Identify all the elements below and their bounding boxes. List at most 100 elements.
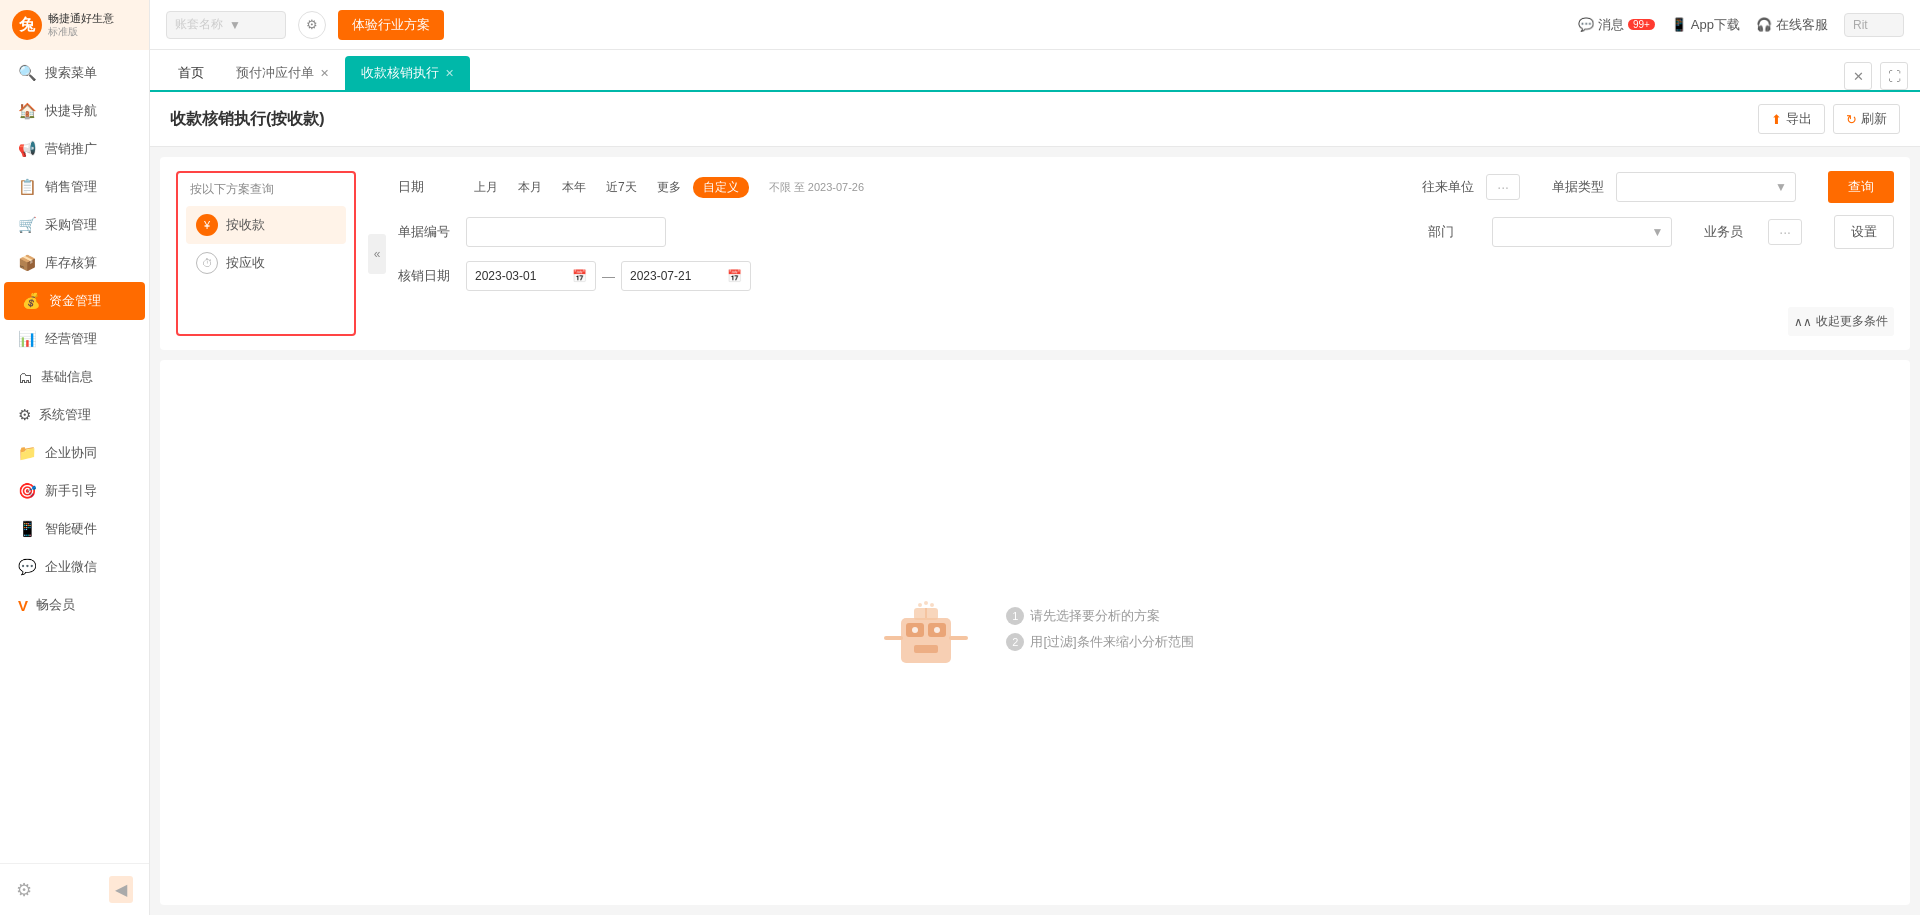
filter-option-by-receivable[interactable]: ⏱ 按应收 (186, 244, 346, 282)
sidebar-item-sales[interactable]: 📋 销售管理 (0, 168, 149, 206)
doc-no-input[interactable] (466, 217, 666, 247)
sidebar-item-wechat[interactable]: 💬 企业微信 (0, 548, 149, 586)
counterparty-select-btn[interactable]: ··· (1486, 174, 1520, 200)
page-title: 收款核销执行(按收款) (170, 109, 325, 130)
query-button[interactable]: 查询 (1828, 171, 1894, 203)
marketing-icon: 📢 (18, 140, 37, 158)
page-header: 收款核销执行(按收款) ⬆ 导出 ↻ 刷新 (150, 92, 1920, 147)
settings-icon[interactable]: ⚙ (16, 879, 32, 901)
department-dropdown-icon: ▼ (1651, 225, 1663, 239)
close-window-btn[interactable]: ✕ (1844, 62, 1872, 90)
empty-robot-svg (876, 583, 976, 683)
sidebar-item-marketing[interactable]: 📢 营销推广 (0, 130, 149, 168)
export-icon: ⬆ (1771, 112, 1782, 127)
sidebar-item-hardware[interactable]: 📱 智能硬件 (0, 510, 149, 548)
date-shortcut-this-month[interactable]: 本月 (510, 177, 550, 198)
doc-type-dropdown-icon: ▼ (1775, 180, 1787, 194)
enterprise-icon: 📁 (18, 444, 37, 462)
sidebar-item-quick-nav[interactable]: 🏠 快捷导航 (0, 92, 149, 130)
svg-point-11 (924, 601, 928, 605)
tabbar-right: ✕ ⛶ (1844, 62, 1908, 90)
sidebar-item-enterprise[interactable]: 📁 企业协同 (0, 434, 149, 472)
account-selector[interactable]: 账套名称 ▼ (166, 11, 286, 39)
date-shortcut-custom[interactable]: 自定义 (693, 177, 749, 198)
app-download-btn[interactable]: 📱 App下载 (1671, 16, 1740, 34)
step-1-num: 1 (1006, 607, 1024, 625)
collapse-sidebar-btn[interactable]: ◀ (109, 876, 133, 903)
department-group: 部门 ▼ (1428, 217, 1672, 247)
close-collection-tab-btn[interactable]: ✕ (445, 67, 454, 80)
user-name: Rit (1853, 18, 1868, 32)
hardware-icon: 📱 (18, 520, 37, 538)
step-2-num: 2 (1006, 633, 1024, 651)
calendar-from-icon[interactable]: 📅 (572, 269, 587, 283)
user-profile[interactable]: Rit (1844, 13, 1904, 37)
date-shortcut-more[interactable]: 更多 (649, 177, 689, 198)
writeoff-date-group: 2023-03-01 📅 — 2023-07-21 📅 (466, 261, 751, 291)
message-btn[interactable]: 💬 消息 99+ (1578, 16, 1655, 34)
by-receivable-icon: ⏱ (196, 252, 218, 274)
app-icon: 📱 (1671, 17, 1687, 32)
calendar-to-icon[interactable]: 📅 (727, 269, 742, 283)
doc-type-group: 单据类型 ▼ (1552, 172, 1796, 202)
logo-area: 兔 畅捷通好生意 标准版 (0, 0, 149, 50)
export-button[interactable]: ⬆ 导出 (1758, 104, 1825, 134)
empty-step-2: 2 用[过滤]条件来缩小分析范围 (1006, 633, 1193, 651)
date-shortcuts: 上月 本月 本年 近7天 更多 自定义 (466, 177, 749, 198)
sidebar-item-purchase[interactable]: 🛒 采购管理 (0, 206, 149, 244)
writeoff-date-to[interactable]: 2023-07-21 📅 (621, 261, 751, 291)
close-prepay-tab-btn[interactable]: ✕ (320, 67, 329, 80)
filter-option-by-collection[interactable]: ¥ 按收款 (186, 206, 346, 244)
maximize-window-btn[interactable]: ⛶ (1880, 62, 1908, 90)
svg-rect-3 (914, 645, 938, 653)
date-shortcut-this-year[interactable]: 本年 (554, 177, 594, 198)
sidebar-item-member[interactable]: V 畅会员 (0, 586, 149, 624)
topbar-right: 💬 消息 99+ 📱 App下载 🎧 在线客服 Rit (1578, 13, 1904, 37)
sidebar-footer: ⚙ ◀ (0, 863, 149, 915)
logo-icon: 兔 (12, 10, 42, 40)
settings-button-form[interactable]: 设置 (1834, 215, 1894, 249)
filter-row-1: 日期 上月 本月 本年 近7天 更多 自定义 不限 至 2023-07-26 (398, 171, 1894, 203)
sidebar-item-basic-info[interactable]: 🗂 基础信息 (0, 358, 149, 396)
counterparty-group: 往来单位 ··· (1422, 174, 1520, 200)
filter-scheme-sidebar: 按以下方案查询 ¥ 按收款 ⏱ 按应收 (176, 171, 356, 336)
account-name: 账套名称 (175, 16, 223, 33)
svg-point-5 (934, 627, 940, 633)
settings-button[interactable]: ⚙ (298, 11, 326, 39)
tab-bar: 首页 预付冲应付单 ✕ 收款核销执行 ✕ ✕ ⛶ (150, 50, 1920, 92)
tab-home[interactable]: 首页 (162, 56, 220, 90)
salesperson-select-btn[interactable]: ··· (1768, 219, 1802, 245)
sidebar-item-guide[interactable]: 🎯 新手引导 (0, 472, 149, 510)
settings-btn-right: 设置 (1834, 215, 1894, 249)
refresh-button[interactable]: ↻ 刷新 (1833, 104, 1900, 134)
department-select[interactable]: ▼ (1492, 217, 1672, 247)
sidebar-item-finance[interactable]: 💰 资金管理 (4, 282, 145, 320)
customer-service-btn[interactable]: 🎧 在线客服 (1756, 16, 1828, 34)
doc-no-label: 单据编号 (398, 223, 454, 241)
chevron-up-icon: ∧∧ (1794, 315, 1812, 329)
industry-solution-button[interactable]: 体验行业方案 (338, 10, 444, 40)
topbar-left: 账套名称 ▼ ⚙ 体验行业方案 (166, 10, 444, 40)
query-btn-right: 查询 (1828, 171, 1894, 203)
tab-collection-offset[interactable]: 收款核销执行 ✕ (345, 56, 470, 90)
sidebar-item-inventory[interactable]: 📦 库存核算 (0, 244, 149, 282)
collapse-more-btn[interactable]: ∧∧ 收起更多条件 (1788, 307, 1894, 336)
doc-type-select[interactable]: ▼ (1616, 172, 1796, 202)
sidebar-item-system[interactable]: ⚙ 系统管理 (0, 396, 149, 434)
collapse-filter-sidebar-btn[interactable]: « (368, 234, 386, 274)
date-shortcut-last-month[interactable]: 上月 (466, 177, 506, 198)
message-icon: 💬 (1578, 17, 1594, 32)
refresh-icon: ↻ (1846, 112, 1857, 127)
writeoff-date-from[interactable]: 2023-03-01 📅 (466, 261, 596, 291)
sidebar-item-operations[interactable]: 📊 经营管理 (0, 320, 149, 358)
date-shortcut-7days[interactable]: 近7天 (598, 177, 645, 198)
sidebar-item-search[interactable]: 🔍 搜索菜单 (0, 54, 149, 92)
logo-sub: 标准版 (48, 25, 114, 39)
empty-state-text: 1 请先选择要分析的方案 2 用[过滤]条件来缩小分析范围 (1006, 607, 1193, 659)
filter-panel: 按以下方案查询 ¥ 按收款 ⏱ 按应收 « 日期 上月 (160, 157, 1910, 350)
tab-prepay-offset[interactable]: 预付冲应付单 ✕ (220, 56, 345, 90)
svg-point-10 (918, 603, 922, 607)
sidebar-menu: 🔍 搜索菜单 🏠 快捷导航 📢 营销推广 📋 销售管理 🛒 采购管理 📦 库存核… (0, 50, 149, 863)
department-label: 部门 (1428, 223, 1484, 241)
sales-icon: 📋 (18, 178, 37, 196)
